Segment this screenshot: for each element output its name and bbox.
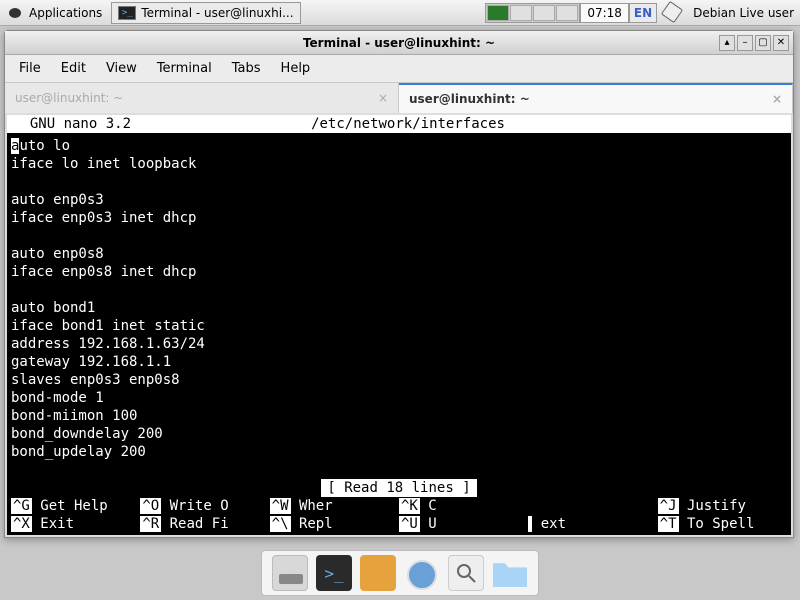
window-keep-above-button[interactable]: ▴: [719, 35, 735, 51]
terminal-tabs: user@linuxhint: ~ × user@linuxhint: ~ ×: [5, 83, 793, 113]
nano-titlebar: GNU nano 3.2 /etc/network/interfaces: [7, 115, 791, 133]
workspace-1[interactable]: [487, 5, 509, 21]
bell-icon: [664, 5, 680, 21]
window-title: Terminal - user@linuxhint: ~: [5, 36, 793, 50]
nano-shortcut: ^T To Spell: [658, 515, 787, 533]
nano-shortcut: ^X Exit: [11, 515, 140, 533]
dock-file-manager[interactable]: [360, 555, 396, 591]
menu-view[interactable]: View: [96, 57, 147, 80]
nano-shortcut: ^\ Repl: [270, 515, 399, 533]
nano-shortcut: ^G Get Help: [11, 497, 140, 515]
window-titlebar[interactable]: Terminal - user@linuxhint: ~ ▴ – ▢ ✕: [5, 31, 793, 55]
bottom-dock: >_: [261, 550, 539, 596]
applications-label: Applications: [29, 6, 102, 20]
workspace-4[interactable]: [556, 5, 578, 21]
magnifier-icon: [455, 562, 477, 584]
folder-icon: [493, 559, 527, 587]
notification-icon[interactable]: [657, 2, 687, 24]
menu-terminal[interactable]: Terminal: [147, 57, 222, 80]
dock-find[interactable]: [448, 555, 484, 591]
nano-shortcut: ^U U: [399, 515, 528, 533]
nano-shortcut: ext: [528, 515, 657, 533]
nano-shortcut: ^J Justify: [658, 497, 787, 515]
workspace-switcher[interactable]: [485, 3, 580, 23]
window-minimize-button[interactable]: –: [737, 35, 753, 51]
workspace-2[interactable]: [510, 5, 532, 21]
dock-terminal[interactable]: >_: [316, 555, 352, 591]
clock[interactable]: 07:18: [580, 3, 629, 23]
workspace-3[interactable]: [533, 5, 555, 21]
menu-file[interactable]: File: [9, 57, 51, 80]
nano-shortcut: ^R Read Fi: [140, 515, 269, 533]
nano-shortcut: ^W Wher: [270, 497, 399, 515]
nano-status-row: [ Read 18 lines ]: [7, 479, 791, 497]
close-icon[interactable]: ×: [378, 91, 388, 105]
window-maximize-button[interactable]: ▢: [755, 35, 771, 51]
dock-web-browser[interactable]: [404, 555, 440, 591]
terminal-tab-2[interactable]: user@linuxhint: ~ ×: [399, 83, 793, 113]
window-close-button[interactable]: ✕: [773, 35, 789, 51]
top-panel: Applications >_ Terminal - user@linuxhi.…: [0, 0, 800, 26]
menubar: File Edit View Terminal Tabs Help: [5, 55, 793, 83]
applications-menu[interactable]: Applications: [0, 3, 109, 23]
nano-content[interactable]: auto lo iface lo inet loopback auto enp0…: [7, 133, 791, 479]
dock-show-desktop[interactable]: [272, 555, 308, 591]
nano-shortcut: ^K C: [399, 497, 528, 515]
globe-icon: [407, 560, 437, 590]
terminal-viewport[interactable]: GNU nano 3.2 /etc/network/interfaces aut…: [5, 113, 793, 537]
nano-shortcuts: ^G Get Help^O Write O^W Wher^K C ^J Justi…: [7, 497, 791, 535]
keyboard-layout[interactable]: EN: [629, 3, 657, 23]
user-menu[interactable]: Debian Live user: [687, 4, 800, 22]
tab-label: user@linuxhint: ~: [409, 92, 530, 106]
taskbar-window-button[interactable]: >_ Terminal - user@linuxhi...: [111, 2, 300, 24]
terminal-tab-1[interactable]: user@linuxhint: ~ ×: [5, 83, 399, 113]
terminal-icon: >_: [118, 6, 136, 20]
menu-edit[interactable]: Edit: [51, 57, 96, 80]
dock-folder[interactable]: [492, 555, 528, 591]
menu-tabs[interactable]: Tabs: [222, 57, 271, 80]
xfce-logo-icon: [7, 6, 25, 20]
terminal-window: Terminal - user@linuxhint: ~ ▴ – ▢ ✕ Fil…: [4, 30, 794, 538]
nano-filename: /etc/network/interfaces: [311, 115, 505, 133]
taskbar-window-label: Terminal - user@linuxhi...: [141, 6, 293, 20]
tab-label: user@linuxhint: ~: [15, 91, 123, 105]
menu-help[interactable]: Help: [271, 57, 321, 80]
nano-app-name: GNU nano 3.2: [13, 115, 131, 133]
close-icon[interactable]: ×: [772, 92, 782, 106]
nano-status: [ Read 18 lines ]: [321, 479, 476, 497]
nano-shortcut: ^O Write O: [140, 497, 269, 515]
